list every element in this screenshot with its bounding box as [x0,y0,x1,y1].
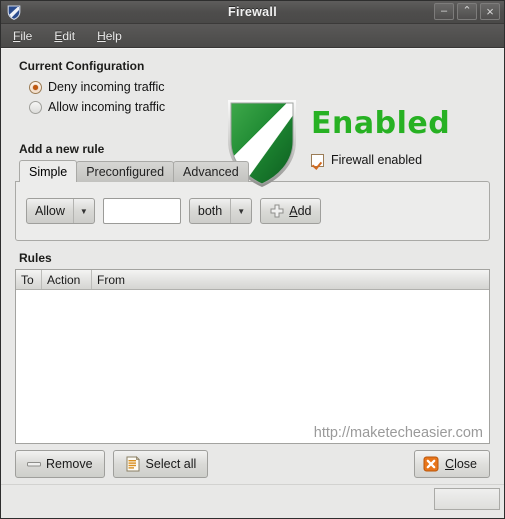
menu-edit-rest: dit [62,28,76,43]
radio-deny-incoming-label: Deny incoming traffic [48,80,165,94]
select-all-button-label: Select all [145,457,197,471]
add-rule-button[interactable]: Add [260,198,322,224]
remove-button[interactable]: Remove [15,450,105,478]
window-controls: – ⌃ × [434,3,500,20]
menubar: File Edit Help [1,24,504,48]
rule-tabs: Simple Preconfigured Advanced [19,160,490,182]
column-header-to[interactable]: To [16,270,42,289]
radio-allow-incoming[interactable]: Allow incoming traffic [19,97,165,117]
action-select-value: Allow [35,204,65,218]
menu-edit[interactable]: Edit [50,27,83,45]
tab-preconfigured[interactable]: Preconfigured [76,161,175,182]
radio-deny-incoming[interactable]: Deny incoming traffic [19,77,165,97]
menu-file-rest: ile [20,28,33,43]
minimize-button[interactable]: – [434,3,454,20]
close-button[interactable]: Close [414,450,490,478]
rules-section: Rules To Action From http://maketecheasi… [1,241,504,444]
plus-icon [270,204,284,218]
current-configuration-label: Current Configuration [19,59,145,73]
menu-help[interactable]: Help [93,27,130,45]
action-bar-left-group: Remove Select all [15,450,209,478]
statusbar [1,484,504,518]
close-x-icon [423,456,439,472]
chevron-down-icon: ▼ [72,199,94,223]
direction-select-value: both [197,204,223,218]
tab-advanced[interactable]: Advanced [173,161,249,182]
close-button-label: Close [445,457,477,471]
menu-help-rest: elp [105,28,122,43]
column-header-from[interactable]: From [92,270,489,289]
radio-allow-incoming-indicator[interactable] [29,100,42,114]
minus-icon [27,461,41,467]
firewall-status-block: Enabled Firewall enabled [311,109,450,167]
action-bar: Remove Select all Close [1,444,504,484]
column-header-action[interactable]: Action [42,270,92,289]
add-rule-button-label: Add [289,204,312,218]
document-icon [125,456,141,472]
chevron-down-icon: ▼ [230,199,251,223]
client-area: Current Configuration Deny incoming traf… [1,48,504,518]
rules-label: Rules [19,251,52,265]
current-configuration-group: Current Configuration Deny incoming traf… [19,59,165,117]
remove-button-label: Remove [46,457,93,471]
rules-table-header: To Action From [16,270,489,290]
menu-file[interactable]: File [9,27,40,45]
select-all-button[interactable]: Select all [112,450,209,478]
titlebar[interactable]: Firewall – ⌃ × [1,1,504,24]
maximize-button[interactable]: ⌃ [457,3,477,20]
firewall-status-text: Enabled [311,106,451,141]
firewall-window: Firewall – ⌃ × File Edit Help Current Co… [0,0,505,519]
close-window-button[interactable]: × [480,3,500,20]
shield-icon [6,4,22,20]
port-input[interactable] [102,198,181,224]
watermark: http://maketecheasier.com [313,425,483,441]
action-select[interactable]: Allow ▼ [26,198,95,224]
resize-grip[interactable] [434,488,500,510]
radio-allow-incoming-label: Allow incoming traffic [48,100,166,114]
rules-list[interactable]: To Action From http://maketecheasier.com [15,269,490,444]
rules-table-body[interactable]: http://maketecheasier.com [16,290,489,443]
direction-select[interactable]: both ▼ [188,198,253,224]
window-title: Firewall [228,5,277,19]
radio-deny-incoming-indicator[interactable] [29,80,42,94]
tab-simple[interactable]: Simple [19,160,78,182]
status-region: Current Configuration Deny incoming traf… [1,49,504,187]
tab-panel-simple: Allow ▼ both ▼ Add [15,181,490,241]
